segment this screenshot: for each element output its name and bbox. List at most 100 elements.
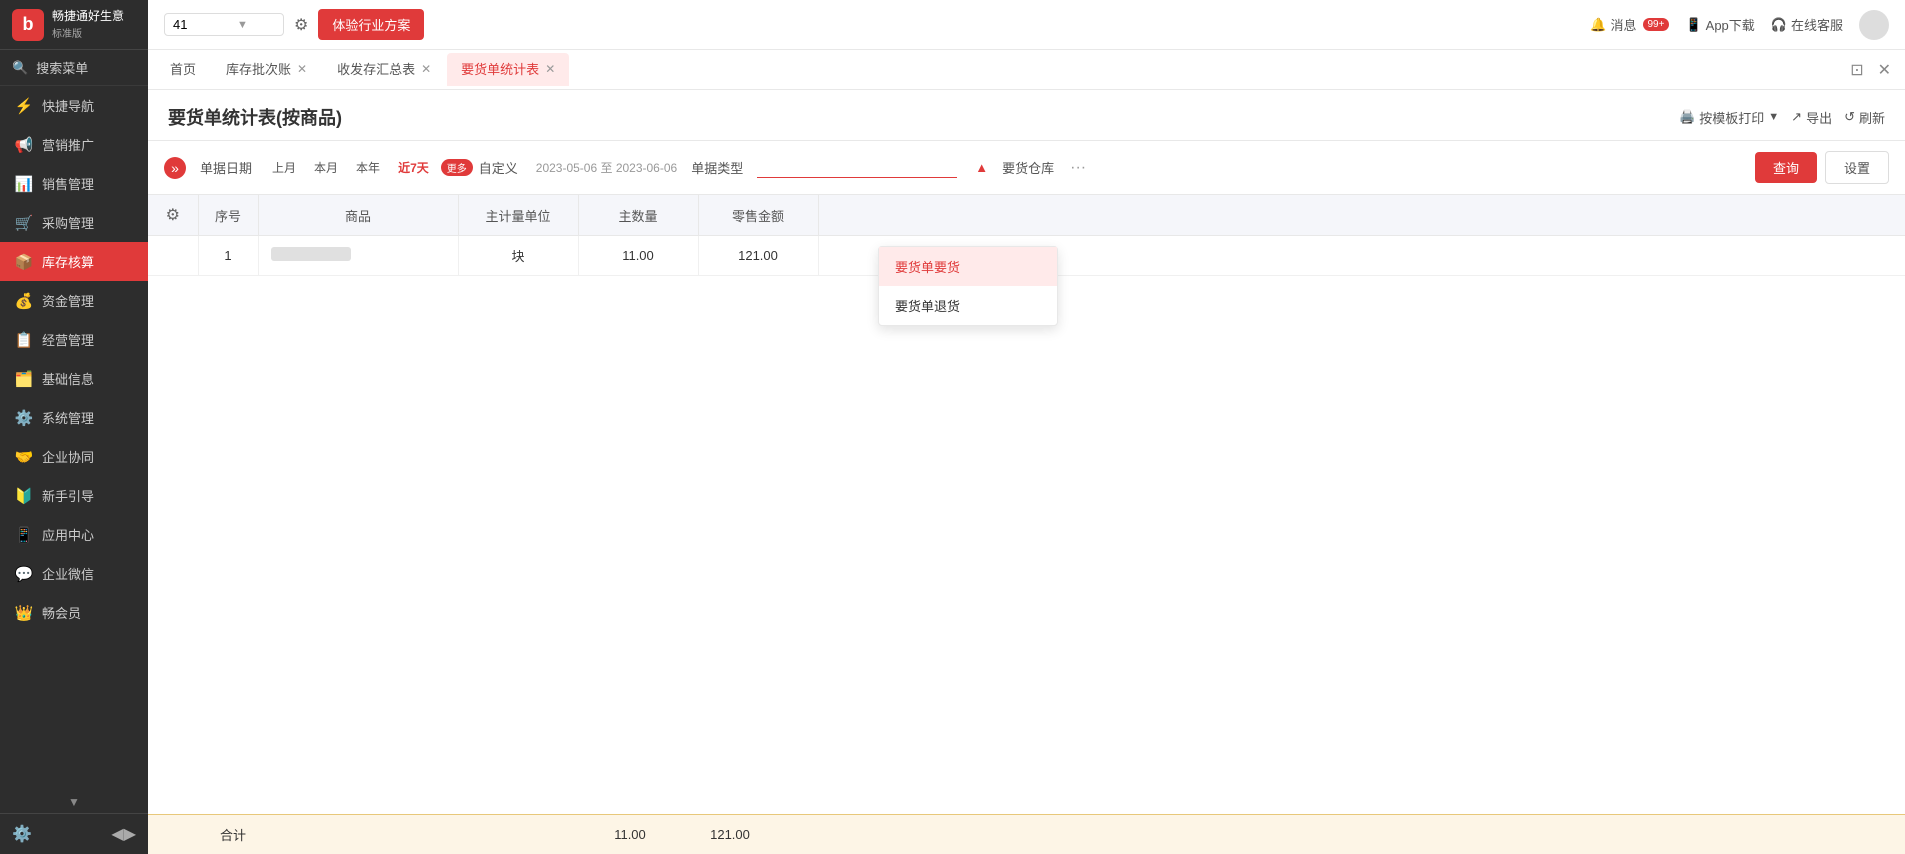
tab-label: 收发存汇总表: [337, 59, 415, 78]
filter-type-chevron-icon[interactable]: ▲: [975, 160, 988, 175]
th-unit: 主计量单位: [458, 195, 578, 236]
sidebar-item-purchase[interactable]: 🛒 采购管理: [0, 203, 148, 242]
printer-icon: 🖨️: [1679, 109, 1695, 125]
sidebar-item-label: 库存核算: [42, 252, 94, 271]
refresh-button[interactable]: ↺ 刷新: [1844, 108, 1885, 127]
app-subtitle: 标准版: [52, 25, 124, 40]
online-service-action[interactable]: 🎧 在线客服: [1771, 15, 1843, 34]
sidebar-item-label: 采购管理: [42, 213, 94, 232]
filter-warehouse-dots[interactable]: ···: [1070, 159, 1086, 177]
sidebar-item-inventory[interactable]: 📦 库存核算: [0, 242, 148, 281]
sidebar-item-guide[interactable]: 🔰 新手引导: [0, 476, 148, 515]
sidebar-item-system[interactable]: ⚙️ 系统管理: [0, 398, 148, 437]
td-unit: 块: [458, 236, 578, 276]
refresh-icon: ↺: [1844, 109, 1855, 125]
tab-close-active-icon[interactable]: ✕: [545, 62, 555, 76]
notifications-action[interactable]: 🔔 消息 99+: [1590, 15, 1669, 34]
sidebar-item-member[interactable]: 👑 畅会员: [0, 593, 148, 632]
footer-quantity: 11.00: [580, 827, 680, 842]
th-quantity: 主数量: [578, 195, 698, 236]
table-settings-icon[interactable]: ⚙: [166, 207, 180, 224]
topbar-right: 🔔 消息 99+ 📱 App下载 🎧 在线客服: [1590, 10, 1889, 40]
app-download-label: App下载: [1706, 15, 1755, 34]
td-seq: 1: [198, 236, 258, 276]
marketing-icon: 📢: [14, 136, 34, 154]
settings-icon[interactable]: ⚙️: [12, 824, 32, 844]
collapse-icon[interactable]: ◀▶: [111, 824, 136, 844]
sidebar-search[interactable]: 🔍 搜索菜单: [0, 50, 148, 86]
guide-icon: 🔰: [14, 487, 34, 505]
filter-type-input[interactable]: [757, 158, 957, 178]
online-service-label: 在线客服: [1791, 15, 1843, 34]
trial-button[interactable]: 体验行业方案: [318, 9, 424, 40]
app-logo-icon: b: [12, 9, 44, 41]
filter-expand-button[interactable]: »: [164, 157, 186, 179]
product-blurred: [271, 247, 351, 261]
finance-icon: 💰: [14, 292, 34, 310]
td-amount: 121.00: [698, 236, 818, 276]
tab-batch-account[interactable]: 库存批次账 ✕: [212, 53, 321, 86]
sidebar-item-sales[interactable]: 📊 销售管理: [0, 164, 148, 203]
member-icon: 👑: [14, 604, 34, 622]
sidebar-item-operation[interactable]: 📋 经营管理: [0, 320, 148, 359]
filter-custom-btn[interactable]: 自定义: [479, 158, 518, 177]
export-button[interactable]: ↗ 导出: [1791, 108, 1832, 127]
sidebar-item-label: 应用中心: [42, 525, 94, 544]
page-header: 要货单统计表(按商品) 🖨️ 按模板打印 ▼ ↗ 导出 ↺ 刷新: [148, 90, 1905, 141]
topbar-settings-icon[interactable]: ⚙: [294, 15, 308, 35]
td-settings: [148, 236, 198, 276]
tab-home[interactable]: 首页: [156, 53, 210, 86]
tab-close-icon[interactable]: ✕: [297, 62, 307, 76]
sidebar-item-enterprise[interactable]: 🤝 企业协同: [0, 437, 148, 476]
tab-close-icon[interactable]: ✕: [421, 62, 431, 76]
app-title: 畅捷通好生意: [52, 9, 124, 25]
filter-this-year-btn[interactable]: 本年: [350, 157, 386, 178]
sales-icon: 📊: [14, 175, 34, 193]
filter-type-label: 单据类型: [691, 158, 743, 177]
app-download-action[interactable]: 📱 App下载: [1685, 15, 1754, 34]
export-icon: ↗: [1791, 109, 1802, 125]
filter-settings-button[interactable]: 设置: [1825, 151, 1889, 184]
filter-bar: » 单据日期 上月 本月 本年 近7天 更多 自定义 2023-05-06 至 …: [148, 141, 1905, 195]
sidebar-item-quick-nav[interactable]: ⚡ 快捷导航: [0, 86, 148, 125]
print-button[interactable]: 🖨️ 按模板打印 ▼: [1679, 108, 1779, 127]
th-settings[interactable]: ⚙: [148, 195, 198, 236]
query-button[interactable]: 查询: [1755, 152, 1817, 183]
tab-collect-summary[interactable]: 收发存汇总表 ✕: [323, 53, 445, 86]
chevron-down-icon[interactable]: ▼: [237, 19, 248, 31]
sidebar: b 畅捷通好生意 标准版 🔍 搜索菜单 ⚡ 快捷导航 📢 营销推广 📊 销售管理…: [0, 0, 148, 854]
export-btn-label: 导出: [1806, 108, 1832, 127]
page-content: 要货单统计表(按商品) 🖨️ 按模板打印 ▼ ↗ 导出 ↺ 刷新 »: [148, 90, 1905, 854]
th-empty: [818, 195, 1905, 236]
main-content: ▼ ⚙ 体验行业方案 🔔 消息 99+ 📱 App下载 🎧 在线客服 首页: [148, 0, 1905, 854]
sidebar-item-marketing[interactable]: 📢 营销推广: [0, 125, 148, 164]
tabs-close-all-icon[interactable]: ✕: [1872, 60, 1897, 80]
app-logo-text: 畅捷通好生意 标准版: [52, 9, 124, 40]
tab-order-summary[interactable]: 要货单统计表 ✕: [447, 53, 569, 86]
th-amount: 零售金额: [698, 195, 818, 236]
sidebar-item-wechat[interactable]: 💬 企业微信: [0, 554, 148, 593]
filter-warehouse-label: 要货仓库: [1002, 158, 1054, 177]
filter-this-month-btn[interactable]: 本月: [308, 157, 344, 178]
topbar: ▼ ⚙ 体验行业方案 🔔 消息 99+ 📱 App下载 🎧 在线客服: [148, 0, 1905, 50]
sidebar-scroll-down[interactable]: ▼: [0, 791, 148, 813]
dropdown-item-order-goods[interactable]: 要货单要货: [879, 247, 1057, 286]
dropdown-item-order-return[interactable]: 要货单退货: [879, 286, 1057, 325]
bell-icon: 🔔: [1590, 17, 1606, 33]
filter-last-month-btn[interactable]: 上月: [266, 157, 302, 178]
sidebar-item-basic[interactable]: 🗂️ 基础信息: [0, 359, 148, 398]
filter-actions: 查询 设置: [1755, 151, 1889, 184]
sidebar-item-appstore[interactable]: 📱 应用中心: [0, 515, 148, 554]
filter-more-badge[interactable]: 更多: [441, 159, 473, 176]
user-avatar[interactable]: [1859, 10, 1889, 40]
topbar-number-input-wrap[interactable]: ▼: [164, 13, 284, 36]
footer-amount: 121.00: [680, 827, 780, 842]
enterprise-icon: 🤝: [14, 448, 34, 466]
sidebar-item-finance[interactable]: 💰 资金管理: [0, 281, 148, 320]
wechat-icon: 💬: [14, 565, 34, 583]
print-chevron-icon: ▼: [1768, 111, 1779, 123]
filter-last-7days-btn[interactable]: 近7天: [392, 157, 435, 178]
topbar-number-input[interactable]: [173, 17, 233, 32]
tabs-expand-icon[interactable]: ⊡: [1844, 60, 1869, 80]
tab-label: 库存批次账: [226, 59, 291, 78]
